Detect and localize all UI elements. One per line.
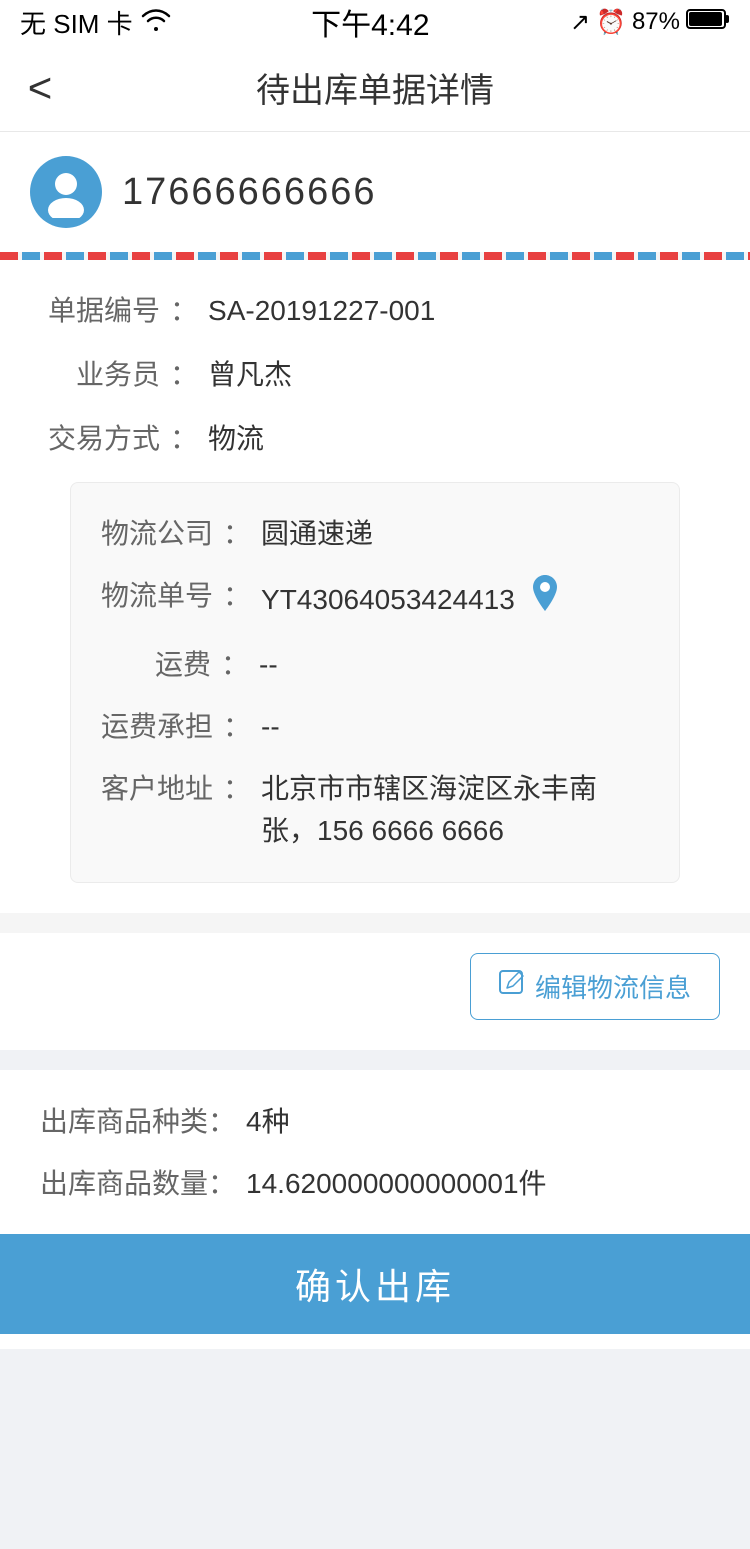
edit-icon <box>499 970 525 1003</box>
goods-category-value: 4种 <box>246 1100 290 1140</box>
order-no-colon: ： <box>170 290 198 332</box>
back-button[interactable]: < <box>0 64 80 112</box>
wifi-icon <box>141 7 171 38</box>
freight-bearer-value: -- <box>261 706 649 748</box>
avatar <box>30 156 102 228</box>
edit-logistics-btn-row: 编辑物流信息 <box>0 933 750 1050</box>
page-title: 待出库单据详情 <box>256 63 494 112</box>
sales-person-colon: ： <box>170 354 198 396</box>
customer-phone: 17666666666 <box>122 171 376 214</box>
tracking-no-row: 物流单号 ： YT43064053424413 <box>101 575 649 624</box>
status-right: ↗ ⏰ 87% <box>570 8 730 37</box>
address-value: 北京市市辖区海淀区永丰南 张，156 6666 6666 <box>261 768 649 852</box>
status-time: 下午4:42 <box>311 0 429 44</box>
freight-bearer-label: 运费承担 <box>101 706 213 748</box>
carrier-text: 无 SIM 卡 <box>20 4 133 41</box>
status-bar: 无 SIM 卡 下午4:42 ↗ ⏰ 87% <box>0 0 750 44</box>
customer-header: 17666666666 <box>0 132 750 252</box>
freight-label: 运费 <box>101 644 211 686</box>
confirm-button-bar[interactable]: 确认出库 <box>0 1234 750 1334</box>
location-status-icon: ↗ <box>570 8 590 37</box>
logistics-company-value: 圆通速递 <box>261 513 649 555</box>
status-left: 无 SIM 卡 <box>20 4 171 41</box>
logistics-card: 物流公司 ： 圆通速递 物流单号 ： YT43064053424413 运费 ：… <box>70 482 680 883</box>
battery-text: 87% <box>632 8 680 36</box>
logistics-company-row: 物流公司 ： 圆通速递 <box>101 513 649 555</box>
order-no-row: 单据编号 ： SA-20191227-001 <box>40 290 710 332</box>
delivery-method-row: 交易方式 ： 物流 <box>40 418 710 460</box>
delivery-method-colon: ： <box>170 418 198 460</box>
goods-category-label: 出库商品种类 <box>40 1100 208 1140</box>
tracking-no-value: YT43064053424413 <box>261 575 649 624</box>
sales-person-label: 业务员 <box>40 354 160 396</box>
address-label: 客户地址 <box>101 768 213 810</box>
nav-bar: < 待出库单据详情 <box>0 44 750 132</box>
confirm-button-label: 确认出库 <box>295 1258 455 1310</box>
freight-row: 运费 ： -- <box>101 644 649 686</box>
logistics-company-label: 物流公司 <box>101 513 213 555</box>
goods-quantity-row: 出库商品数量 ： 14.620000000000001件 <box>40 1162 710 1202</box>
alarm-icon: ⏰ <box>596 8 626 37</box>
tracking-no-label: 物流单号 <box>101 575 213 617</box>
section-separator <box>0 1050 750 1070</box>
freight-bearer-row: 运费承担 ： -- <box>101 706 649 748</box>
order-no-label: 单据编号 <box>40 290 160 332</box>
address-row: 客户地址 ： 北京市市辖区海淀区永丰南 张，156 6666 6666 <box>101 768 649 852</box>
sales-person-row: 业务员 ： 曾凡杰 <box>40 354 710 396</box>
order-no-value: SA-20191227-001 <box>208 290 710 332</box>
edit-logistics-button[interactable]: 编辑物流信息 <box>470 953 720 1020</box>
order-info-section: 单据编号 ： SA-20191227-001 业务员 ： 曾凡杰 交易方式 ： … <box>0 260 750 913</box>
goods-quantity-label: 出库商品数量 <box>40 1162 208 1202</box>
freight-value: -- <box>259 644 649 686</box>
dashed-divider <box>0 252 750 260</box>
map-pin-icon[interactable] <box>529 575 561 624</box>
goods-section: 出库商品种类 ： 4种 出库商品数量 ： 14.620000000000001件 <box>0 1070 750 1232</box>
goods-category-row: 出库商品种类 ： 4种 <box>40 1100 710 1140</box>
battery-icon <box>686 8 730 37</box>
sales-person-value: 曾凡杰 <box>208 354 710 396</box>
delivery-method-value: 物流 <box>208 418 710 460</box>
bottom-spacer <box>0 1349 750 1549</box>
edit-logistics-label: 编辑物流信息 <box>535 968 691 1005</box>
goods-quantity-value: 14.620000000000001件 <box>246 1162 547 1202</box>
delivery-method-label: 交易方式 <box>40 418 160 460</box>
